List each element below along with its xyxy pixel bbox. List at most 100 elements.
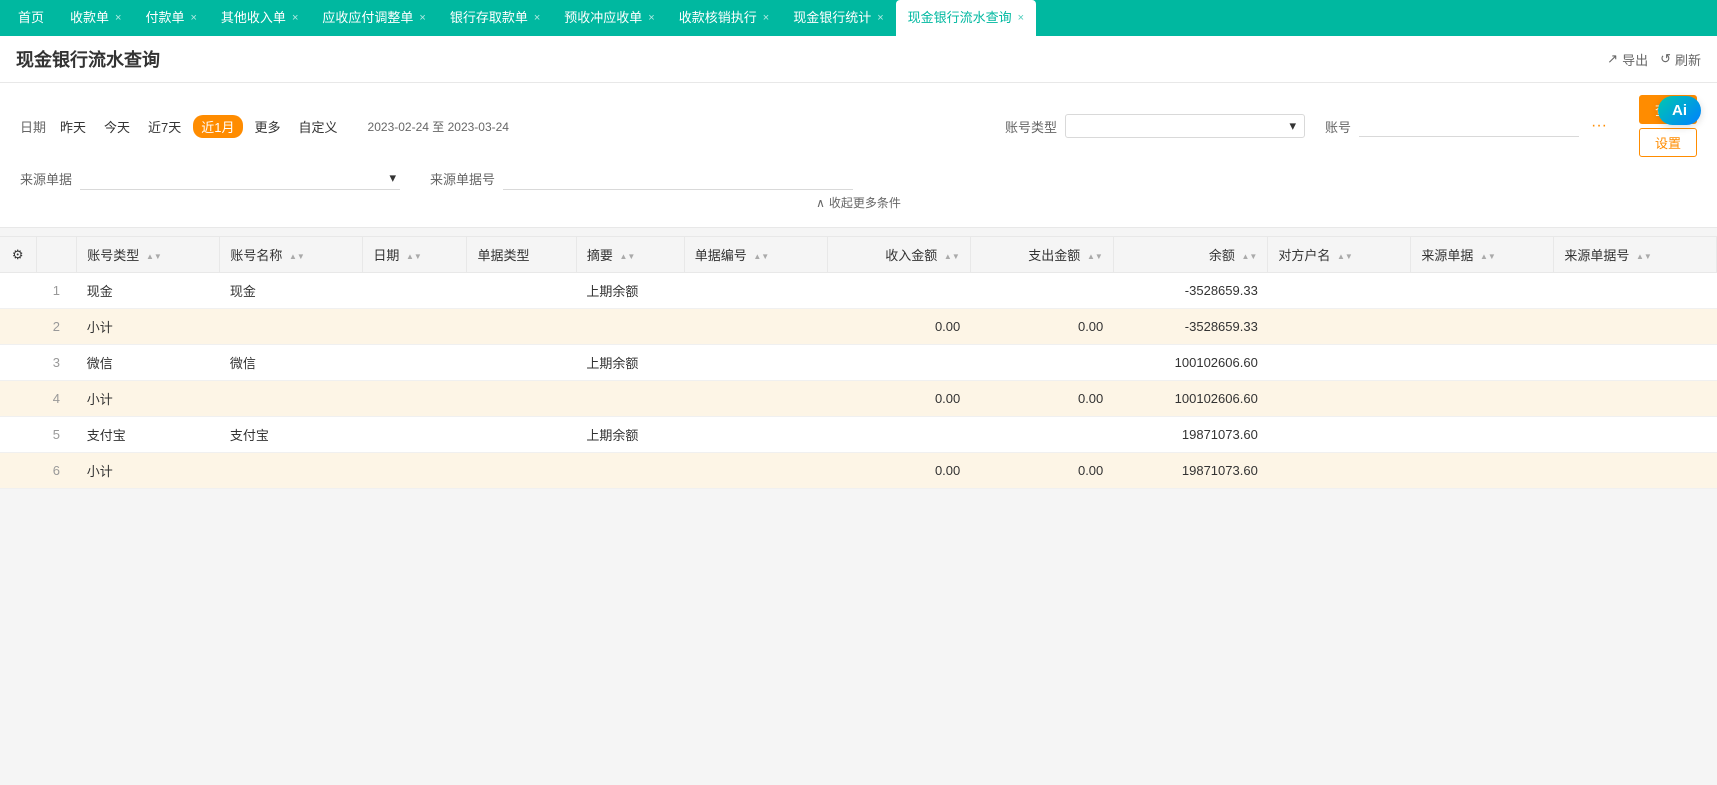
account-type-cell: 小计 <box>77 453 220 489</box>
th-expense[interactable]: 支出金额 ▲▼ <box>970 237 1113 273</box>
sort-arrows-source-doc: ▲▼ <box>1480 253 1496 261</box>
row-num-cell: 5 <box>36 417 77 453</box>
tab-prepayment[interactable]: 预收冲应收单 × <box>552 0 666 36</box>
th-balance[interactable]: 余额 ▲▼ <box>1113 237 1268 273</box>
date-options: 昨天 今天 近7天 近1月 更多 自定义 <box>54 115 344 138</box>
table-gear-icon[interactable]: ⚙ <box>12 247 24 262</box>
source-doc-no-cell <box>1554 345 1717 381</box>
income-cell <box>827 345 970 381</box>
tab-receipts[interactable]: 收款单 × <box>58 0 133 36</box>
row-num-cell: 6 <box>36 453 77 489</box>
doc-no-cell <box>684 273 827 309</box>
close-icon[interactable]: × <box>115 0 121 36</box>
account-type-group: 账号类型 ▾ <box>1005 114 1305 138</box>
date-opt-1month[interactable]: 近1月 <box>193 115 242 138</box>
balance-cell: -3528659.33 <box>1113 309 1268 345</box>
close-icon[interactable]: × <box>648 0 654 36</box>
th-date[interactable]: 日期 ▲▼ <box>363 237 467 273</box>
source-doc-cell <box>1411 381 1554 417</box>
date-cell <box>363 381 467 417</box>
row-checkbox-cell <box>0 345 36 381</box>
refresh-button[interactable]: ↺ 刷新 <box>1660 50 1701 69</box>
counterpart-cell <box>1268 417 1411 453</box>
th-summary[interactable]: 摘要 ▲▼ <box>576 237 684 273</box>
date-opt-today[interactable]: 今天 <box>98 115 136 138</box>
table-row: 5支付宝支付宝上期余额19871073.60 <box>0 417 1717 453</box>
date-opt-more[interactable]: 更多 <box>249 115 287 138</box>
close-icon[interactable]: × <box>534 0 540 36</box>
th-row-num <box>36 237 77 273</box>
date-cell <box>363 453 467 489</box>
settings-button[interactable]: 设置 <box>1639 128 1697 157</box>
th-doc-type[interactable]: 单据类型 <box>467 237 576 273</box>
source-doc-cell <box>1411 417 1554 453</box>
date-opt-7days[interactable]: 近7天 <box>142 115 187 138</box>
income-cell <box>827 417 970 453</box>
source-doc-cell <box>1411 309 1554 345</box>
home-nav-item[interactable]: 首页 <box>4 0 58 36</box>
close-icon[interactable]: × <box>763 0 769 36</box>
date-opt-custom[interactable]: 自定义 <box>293 115 344 138</box>
row-checkbox-cell <box>0 273 36 309</box>
source-doc-no-cell <box>1554 453 1717 489</box>
source-doc-dropdown-icon: ▾ <box>389 170 396 186</box>
income-cell: 0.00 <box>827 309 970 345</box>
th-source-doc-no[interactable]: 来源单据号 ▲▼ <box>1554 237 1717 273</box>
tab-payments[interactable]: 付款单 × <box>133 0 208 36</box>
doc-type-cell <box>467 381 576 417</box>
account-name-cell <box>220 381 363 417</box>
header-actions: ↗ 导出 ↺ 刷新 <box>1607 50 1701 69</box>
source-doc-cell <box>1411 453 1554 489</box>
balance-cell: 100102606.60 <box>1113 381 1268 417</box>
account-type-select[interactable]: ▾ <box>1065 114 1305 138</box>
th-counterpart[interactable]: 对方户名 ▲▼ <box>1268 237 1411 273</box>
sort-arrows-source-doc-no: ▲▼ <box>1636 253 1652 261</box>
table-body: 1现金现金上期余额-3528659.332小计0.000.00-3528659.… <box>0 273 1717 489</box>
close-icon[interactable]: × <box>292 0 298 36</box>
source-doc-no-input[interactable] <box>503 168 853 190</box>
th-income[interactable]: 收入金额 ▲▼ <box>827 237 970 273</box>
balance-cell: 100102606.60 <box>1113 345 1268 381</box>
th-account-name[interactable]: 账号名称 ▲▼ <box>220 237 363 273</box>
date-label: 日期 <box>20 117 46 136</box>
tab-ar-ap-adjust[interactable]: 应收应付调整单 × <box>310 0 437 36</box>
income-cell: 0.00 <box>827 381 970 417</box>
th-account-type[interactable]: 账号类型 ▲▼ <box>77 237 220 273</box>
th-doc-no[interactable]: 单据编号 ▲▼ <box>684 237 827 273</box>
doc-no-cell <box>684 381 827 417</box>
close-icon[interactable]: × <box>877 0 883 36</box>
summary-cell <box>576 453 684 489</box>
table-row: 1现金现金上期余额-3528659.33 <box>0 273 1717 309</box>
source-doc-cell <box>1411 345 1554 381</box>
doc-type-cell <box>467 345 576 381</box>
ai-badge[interactable]: Ai <box>1658 96 1701 125</box>
tab-cash-bank-stats[interactable]: 现金银行统计 × <box>781 0 895 36</box>
collapse-button[interactable]: ∧ 收起更多条件 <box>20 190 1697 215</box>
close-icon[interactable]: × <box>419 0 425 36</box>
collapse-icon: ∧ <box>816 196 825 210</box>
summary-cell <box>576 381 684 417</box>
expense-cell: 0.00 <box>970 309 1113 345</box>
source-doc-cell <box>1411 273 1554 309</box>
account-name-cell: 现金 <box>220 273 363 309</box>
export-button[interactable]: ↗ 导出 <box>1607 50 1648 69</box>
close-icon[interactable]: × <box>190 0 196 36</box>
source-doc-select[interactable]: ▾ <box>80 167 400 190</box>
date-opt-yesterday[interactable]: 昨天 <box>54 115 92 138</box>
tab-cash-bank-flow[interactable]: 现金银行流水查询 × <box>896 0 1036 36</box>
summary-cell: 上期余额 <box>576 273 684 309</box>
row-num-cell: 3 <box>36 345 77 381</box>
th-source-doc[interactable]: 来源单据 ▲▼ <box>1411 237 1554 273</box>
account-input[interactable] <box>1359 115 1579 137</box>
tab-other-income[interactable]: 其他收入单 × <box>209 0 310 36</box>
close-icon[interactable]: × <box>1018 0 1024 36</box>
tab-bank-deposit[interactable]: 银行存取款单 × <box>438 0 552 36</box>
summary-cell: 上期余额 <box>576 417 684 453</box>
filter-row-2: 来源单据 ▾ 来源单据号 <box>20 167 1697 190</box>
tab-collection-exec[interactable]: 收款核销执行 × <box>667 0 781 36</box>
table-settings-col[interactable]: ⚙ <box>0 237 36 273</box>
counterpart-cell <box>1268 273 1411 309</box>
sort-arrows-summary: ▲▼ <box>619 253 635 261</box>
account-dots-button[interactable]: ··· <box>1587 117 1611 135</box>
counterpart-cell <box>1268 381 1411 417</box>
